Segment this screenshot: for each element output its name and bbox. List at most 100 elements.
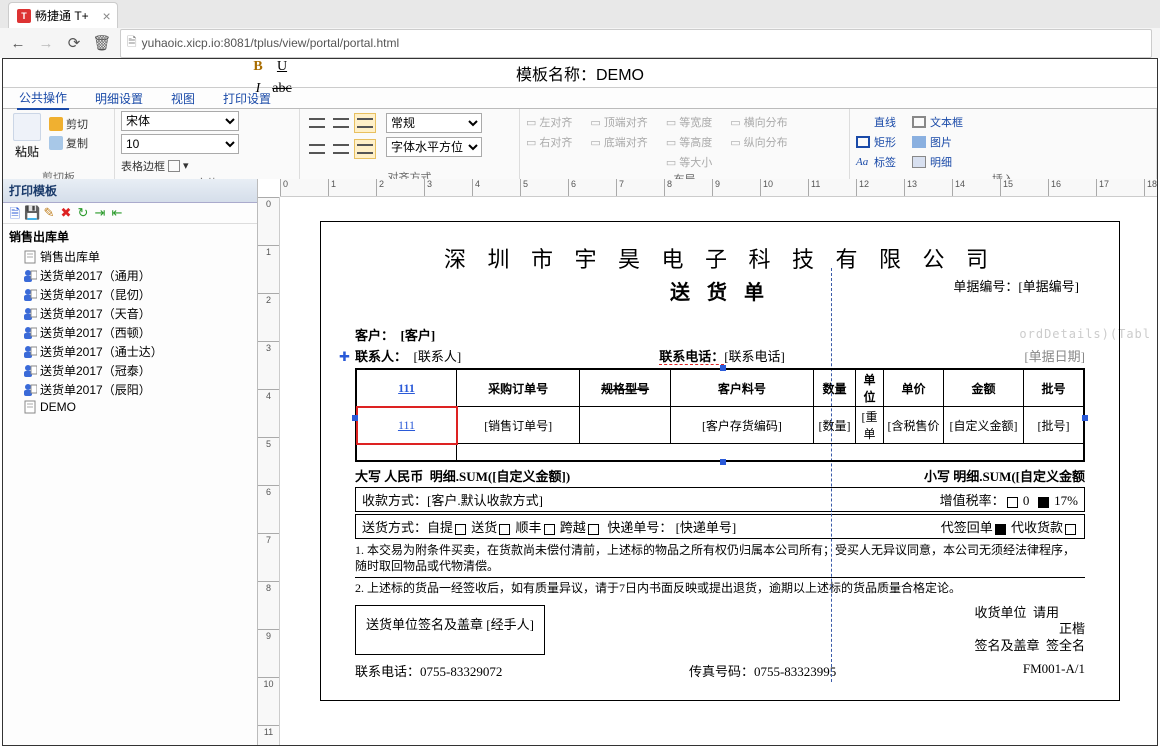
th-3[interactable]: 数量	[814, 370, 856, 407]
th-4[interactable]: 单位	[856, 370, 884, 407]
td-6[interactable]: [自定义金额]	[944, 407, 1024, 444]
empty-cell[interactable]	[357, 444, 457, 461]
tree-item[interactable]: 送货单2017（通士达）	[9, 342, 251, 361]
edit-icon[interactable]: ✎	[41, 205, 57, 221]
align-right-button[interactable]	[354, 139, 376, 159]
tree-item[interactable]: 送货单2017（西顿）	[9, 323, 251, 342]
url-input[interactable]: 🗎 yuhaoic.xicp.io:8081/tplus/view/portal…	[120, 29, 1152, 58]
tree-item-label: 送货单2017（昆仞）	[40, 286, 151, 303]
sum-left[interactable]: 大写 人民币 明细.SUM([自定义金额])	[355, 466, 570, 485]
tree-item[interactable]: 销售出库单	[9, 247, 251, 266]
new-icon[interactable]: 🗎	[7, 205, 23, 221]
browser-chrome: T 畅捷通 T+ × ← → ⟳ 🗑 🗎 yuhaoic.xicp.io:808…	[0, 0, 1160, 58]
ship-row[interactable]: 送货方式：自提 送货 顺丰 跨越 快递单号： [快递单号] 代签回单 代收货款	[355, 514, 1085, 539]
selected-cell[interactable]: 111	[357, 407, 457, 444]
menu-detail[interactable]: 明细设置	[93, 88, 145, 109]
page[interactable]: 深 圳 市 宇 昊 电 子 科 技 有 限 公 司 送 货 单 单据编号：[单据…	[320, 221, 1120, 701]
insert-line[interactable]: 直线	[856, 114, 896, 130]
th-5[interactable]: 单价	[884, 370, 944, 407]
back-button[interactable]: ←	[8, 33, 28, 53]
customer-field[interactable]: 客户： [客户]	[355, 325, 435, 344]
detail-grid[interactable]: 111 采购订单号 规格型号 客户料号 数量 单位 单价 金额 批号	[355, 368, 1085, 462]
insert-image[interactable]: 图片	[912, 134, 963, 150]
italic-button[interactable]: I	[247, 79, 269, 99]
tel-field[interactable]: 联系电话：[联系电话]	[659, 346, 785, 365]
receiver-sign[interactable]: 收货单位 请用 正楷 签名及盖章 签全名	[974, 605, 1085, 656]
fax[interactable]: 传真号码：0755-83323995	[689, 661, 836, 680]
align-bot-button[interactable]	[354, 113, 376, 133]
td-0[interactable]: [销售订单号]	[457, 407, 580, 444]
td-4[interactable]: [重单	[856, 407, 884, 444]
refresh-icon[interactable]: ↻	[75, 205, 91, 221]
align-top-button[interactable]	[306, 113, 328, 133]
td-2[interactable]: [客户存货编码]	[670, 407, 813, 444]
font-size-select[interactable]: 10	[121, 134, 239, 154]
date-field[interactable]: [单据日期]	[1024, 346, 1085, 365]
delete-icon[interactable]: ✖	[58, 205, 74, 221]
form-no[interactable]: FM001-A/1	[1023, 661, 1085, 680]
align-h-select[interactable]: 字体水平方位	[386, 137, 482, 157]
th-7[interactable]: 批号	[1024, 370, 1084, 407]
strike-button[interactable]: abc	[271, 79, 293, 99]
term-2[interactable]: 2. 上述标的货品一经签收后，如有质量异议，请于7日内书面反映或提出退货，逾期以…	[355, 577, 1085, 596]
td-3[interactable]: [数量]	[814, 407, 856, 444]
td-7[interactable]: [批号]	[1024, 407, 1084, 444]
tree-item[interactable]: 送货单2017（冠泰）	[9, 361, 251, 380]
reload-button[interactable]: ⟳	[64, 33, 84, 53]
col-111-head[interactable]: 111	[357, 370, 457, 407]
tree-item-label: 送货单2017（冠泰）	[40, 362, 151, 379]
align-mode-select[interactable]: 常规	[386, 113, 482, 133]
layout-eqs: ▭等大小	[666, 154, 712, 170]
import-icon[interactable]: ⇥	[92, 205, 108, 221]
export-icon[interactable]: ⇤	[109, 205, 125, 221]
person-icon	[23, 307, 37, 321]
insert-label[interactable]: Aa标签	[856, 154, 896, 170]
align-mid-button[interactable]	[330, 113, 352, 133]
tree-item[interactable]: 送货单2017（天音）	[9, 304, 251, 323]
insert-textbox[interactable]: 文本框	[912, 114, 963, 130]
forward-button[interactable]: →	[36, 33, 56, 53]
th-1[interactable]: 规格型号	[580, 370, 671, 407]
underline-button[interactable]: U	[271, 57, 293, 77]
align-left-button[interactable]	[306, 139, 328, 159]
insert-detail[interactable]: 明细	[912, 154, 963, 170]
company-name[interactable]: 深 圳 市 宇 昊 电 子 科 技 有 限 公 司	[355, 242, 1085, 274]
doc-number[interactable]: 单据编号：[单据编号]	[953, 276, 1079, 295]
tel2[interactable]: 联系电话：0755-83329072	[355, 661, 502, 680]
menu-common[interactable]: 公共操作	[17, 87, 69, 110]
tree-root[interactable]: 销售出库单	[9, 228, 251, 245]
layout-right: ▭右对齐	[526, 134, 572, 150]
tree-item[interactable]: 送货单2017（通用）	[9, 266, 251, 285]
layout-eqh: ▭等高度	[666, 134, 712, 150]
td-1[interactable]	[580, 407, 671, 444]
th-0[interactable]: 采购订单号	[457, 370, 580, 407]
font-family-select[interactable]: 宋体	[121, 111, 239, 131]
paste-button[interactable]: 粘贴	[9, 111, 45, 162]
canvas[interactable]: ordDetails)(Tabl 深 圳 市 宇 昊 电 子 科 技 有 限 公…	[280, 197, 1157, 745]
sender-sign[interactable]: 送货单位签名及盖章 [经手人]	[355, 605, 545, 656]
td-5[interactable]: [含税售价	[884, 407, 944, 444]
empty-row[interactable]	[457, 444, 1084, 461]
table-border-button[interactable]: 表格边框 ▾	[121, 157, 189, 174]
th-6[interactable]: 金额	[944, 370, 1024, 407]
browser-tab[interactable]: T 畅捷通 T+ ×	[8, 2, 118, 28]
pay-row[interactable]: 收款方式：[客户.默认收款方式] 增值税率： 0 17%	[355, 487, 1085, 512]
sum-right[interactable]: 小写 明细.SUM([自定义金额	[924, 466, 1085, 485]
menu-view[interactable]: 视图	[169, 88, 197, 109]
save-icon[interactable]: 💾	[24, 205, 40, 221]
contact-field[interactable]: ✚联系人： [联系人]	[355, 346, 461, 365]
term-1[interactable]: 1. 本交易为附条件买卖，在货款尚未偿付清前，上述标的物品之所有权仍归属本公司所…	[355, 542, 1085, 574]
align-center-button[interactable]	[330, 139, 352, 159]
th-2[interactable]: 客户料号	[670, 370, 813, 407]
person-icon	[23, 288, 37, 302]
bold-button[interactable]: B	[247, 57, 269, 77]
trash-button[interactable]: 🗑	[92, 33, 112, 53]
cut-button[interactable]: 剪切	[49, 115, 88, 132]
page-icon: 🗎	[127, 33, 137, 54]
insert-rect[interactable]: 矩形	[856, 134, 896, 150]
copy-button[interactable]: 复制	[49, 134, 88, 151]
tree-item[interactable]: 送货单2017（昆仞）	[9, 285, 251, 304]
close-icon[interactable]: ×	[103, 8, 111, 24]
tree-item[interactable]: 送货单2017（辰阳）	[9, 380, 251, 399]
tree-item[interactable]: DEMO	[9, 399, 251, 415]
